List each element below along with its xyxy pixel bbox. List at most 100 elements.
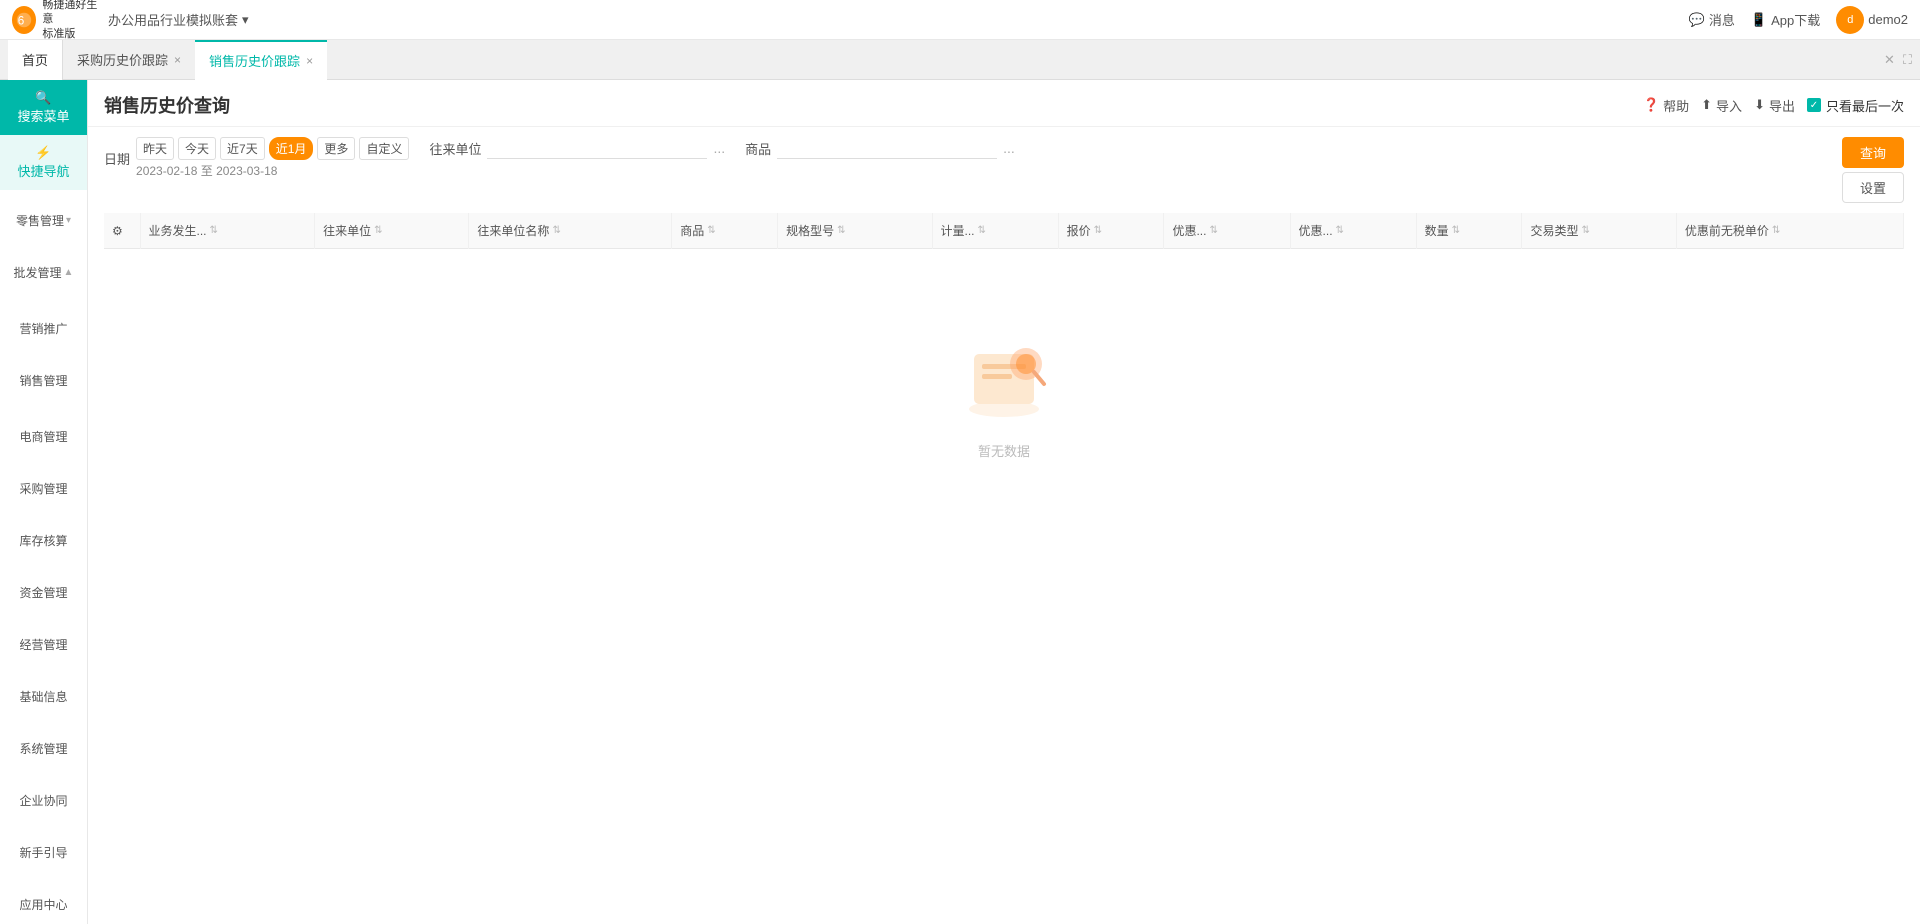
- sidebar-item-operations[interactable]: 经营管理: [0, 618, 87, 670]
- product-label: 商品: [745, 139, 771, 158]
- product-input[interactable]: [777, 137, 997, 159]
- sort-icon-quote[interactable]: ⇅: [1094, 225, 1102, 236]
- sidebar-item-inventory[interactable]: 库存核算: [0, 514, 87, 566]
- action-buttons: 查询 设置: [1842, 137, 1904, 203]
- sidebar-item-wholesale-mgmt[interactable]: 批发管理 ▲: [0, 246, 87, 298]
- sort-icon-quantity[interactable]: ⇅: [1452, 225, 1460, 236]
- sort-icon-spec[interactable]: ⇅: [837, 225, 845, 236]
- product-filter-group: 商品 ...: [745, 137, 1015, 159]
- gear-icon[interactable]: ⚙: [112, 224, 123, 238]
- basic-info-label: 基础信息: [19, 688, 67, 705]
- sidebar-item-marketing[interactable]: 营销推广: [0, 302, 87, 354]
- purchase-mgmt-label: 采购管理: [19, 480, 67, 497]
- page-actions: ❓ 帮助 ⬆ 导入 ⬇ 导出 只看最后一次: [1643, 96, 1904, 115]
- sidebar-item-purchase-mgmt[interactable]: 采购管理: [0, 462, 87, 514]
- date-btn-custom[interactable]: 自定义: [359, 137, 409, 160]
- app-center-label: 应用中心: [19, 896, 67, 913]
- partner-filter-group: 往来单位 ...: [429, 137, 725, 159]
- sort-icon-discount1[interactable]: ⇅: [1209, 225, 1217, 236]
- close-all-icon[interactable]: ✕: [1884, 52, 1895, 68]
- sort-icon-biz-date[interactable]: ⇅: [210, 225, 218, 236]
- sidebar-item-app-center[interactable]: 应用中心: [0, 878, 87, 924]
- sort-icon-pretax-price[interactable]: ⇅: [1772, 225, 1780, 236]
- sales-history-close-btn[interactable]: ×: [306, 54, 313, 68]
- top-bar-left: 6 畅捷通好生意 标准版 办公用品行业模拟账套 ▾: [12, 0, 249, 41]
- filter-bar: 日期 昨天 今天 近7天 近1月 更多 自定义 2023-02-18 至 202…: [88, 127, 1920, 213]
- date-btn-more[interactable]: 更多: [317, 137, 355, 160]
- message-btn[interactable]: 💬 消息: [1689, 10, 1735, 29]
- system-mgmt-label: 系统管理: [19, 740, 67, 757]
- sidebar-item-search-menu[interactable]: 🔍 搜索菜单: [0, 80, 87, 135]
- sort-icon-discount2[interactable]: ⇅: [1336, 225, 1344, 236]
- tab-sales-history[interactable]: 销售历史价跟踪 ×: [195, 40, 327, 80]
- partner-input[interactable]: [487, 137, 707, 159]
- partner-label: 往来单位: [429, 139, 481, 158]
- ecommerce-label: 电商管理: [19, 428, 67, 445]
- sort-icon-unit[interactable]: ⇅: [978, 225, 986, 236]
- tab-purchase-history[interactable]: 采购历史价跟踪 ×: [63, 40, 195, 80]
- sidebar-item-enterprise[interactable]: 企业协同: [0, 774, 87, 826]
- help-btn[interactable]: ❓ 帮助: [1643, 96, 1689, 115]
- empty-state: 暂无数据: [104, 249, 1904, 540]
- search-button[interactable]: 查询: [1842, 137, 1904, 168]
- sidebar-item-retail-mgmt[interactable]: 零售管理 ▾: [0, 194, 87, 246]
- message-icon: 💬: [1689, 12, 1705, 28]
- only-last-checkbox-group[interactable]: 只看最后一次: [1807, 96, 1904, 115]
- table-header-row: ⚙ 业务发生... ⇅ 往来单位: [104, 213, 1904, 249]
- export-btn[interactable]: ⬇ 导出: [1754, 96, 1795, 115]
- app-download-btn[interactable]: 📱 App下载: [1751, 10, 1820, 29]
- import-icon: ⬆: [1701, 97, 1712, 113]
- sort-icon-trade-type[interactable]: ⇅: [1582, 225, 1590, 236]
- tab-actions: ✕ ⛶: [1884, 52, 1912, 68]
- user-area[interactable]: d demo2: [1836, 6, 1908, 34]
- sidebar-item-system-mgmt[interactable]: 系统管理: [0, 722, 87, 774]
- date-btn-yesterday[interactable]: 昨天: [136, 137, 174, 160]
- logo-icon: 6: [12, 6, 36, 34]
- sales-history-tab-label: 销售历史价跟踪: [209, 51, 300, 70]
- page-container: 销售历史价查询 ❓ 帮助 ⬆ 导入 ⬇ 导出: [88, 80, 1920, 924]
- quick-nav-label: 快捷导航: [4, 161, 83, 180]
- product-dots[interactable]: ...: [1003, 140, 1015, 156]
- tab-bar: 首页 采购历史价跟踪 × 销售历史价跟踪 × ✕ ⛶: [0, 40, 1920, 80]
- fullscreen-icon[interactable]: ⛶: [1903, 52, 1912, 68]
- th-product: 商品 ⇅: [672, 213, 778, 249]
- date-label: 日期: [104, 149, 130, 168]
- only-last-checkbox[interactable]: [1807, 98, 1821, 112]
- sidebar-item-sales-mgmt[interactable]: 销售管理: [0, 354, 87, 406]
- export-icon: ⬇: [1754, 97, 1765, 113]
- sort-icon-partner-code[interactable]: ⇅: [374, 225, 382, 236]
- th-quantity: 数量 ⇅: [1416, 213, 1522, 249]
- import-btn[interactable]: ⬆ 导入: [1701, 96, 1742, 115]
- sort-icon-product[interactable]: ⇅: [707, 225, 715, 236]
- retail-arrow: ▾: [66, 215, 71, 226]
- purchase-history-close-btn[interactable]: ×: [174, 53, 181, 67]
- table-container: ⚙ 业务发生... ⇅ 往来单位: [88, 213, 1920, 540]
- sales-mgmt-label: 销售管理: [19, 372, 67, 389]
- th-quote: 报价 ⇅: [1058, 213, 1164, 249]
- th-trade-type: 交易类型 ⇅: [1522, 213, 1676, 249]
- sort-icon-partner-name[interactable]: ⇅: [552, 225, 560, 236]
- sidebar-item-guide[interactable]: 新手引导: [0, 826, 87, 878]
- content-area: 销售历史价查询 ❓ 帮助 ⬆ 导入 ⬇ 导出: [88, 80, 1920, 924]
- sidebar: 🔍 搜索菜单 ⚡ 快捷导航 零售管理 ▾ 批发管理 ▲ 营销推广 销售管理 电商…: [0, 80, 88, 924]
- sidebar-item-quick-nav[interactable]: ⚡ 快捷导航: [0, 135, 87, 190]
- date-btn-7days[interactable]: 近7天: [220, 137, 265, 160]
- tab-home[interactable]: 首页: [8, 40, 63, 80]
- phone-icon: 📱: [1751, 12, 1767, 28]
- date-btn-today[interactable]: 今天: [178, 137, 216, 160]
- inventory-label: 库存核算: [19, 532, 67, 549]
- settings-button[interactable]: 设置: [1842, 172, 1904, 203]
- logo-text: 畅捷通好生意 标准版: [42, 0, 100, 41]
- partner-dots[interactable]: ...: [713, 140, 725, 156]
- finance-label: 资金管理: [19, 584, 67, 601]
- sidebar-item-basic-info[interactable]: 基础信息: [0, 670, 87, 722]
- wholesale-arrow: ▲: [64, 267, 74, 278]
- page-header: 销售历史价查询 ❓ 帮助 ⬆ 导入 ⬇ 导出: [88, 80, 1920, 127]
- search-menu-icon: 🔍: [4, 90, 83, 106]
- template-selector[interactable]: 办公用品行业模拟账套 ▾: [108, 10, 249, 29]
- avatar: d: [1836, 6, 1864, 34]
- sidebar-item-ecommerce[interactable]: 电商管理: [0, 410, 87, 462]
- logo-area: 6 畅捷通好生意 标准版: [12, 0, 100, 41]
- date-btn-1month[interactable]: 近1月: [269, 137, 314, 160]
- sidebar-item-finance[interactable]: 资金管理: [0, 566, 87, 618]
